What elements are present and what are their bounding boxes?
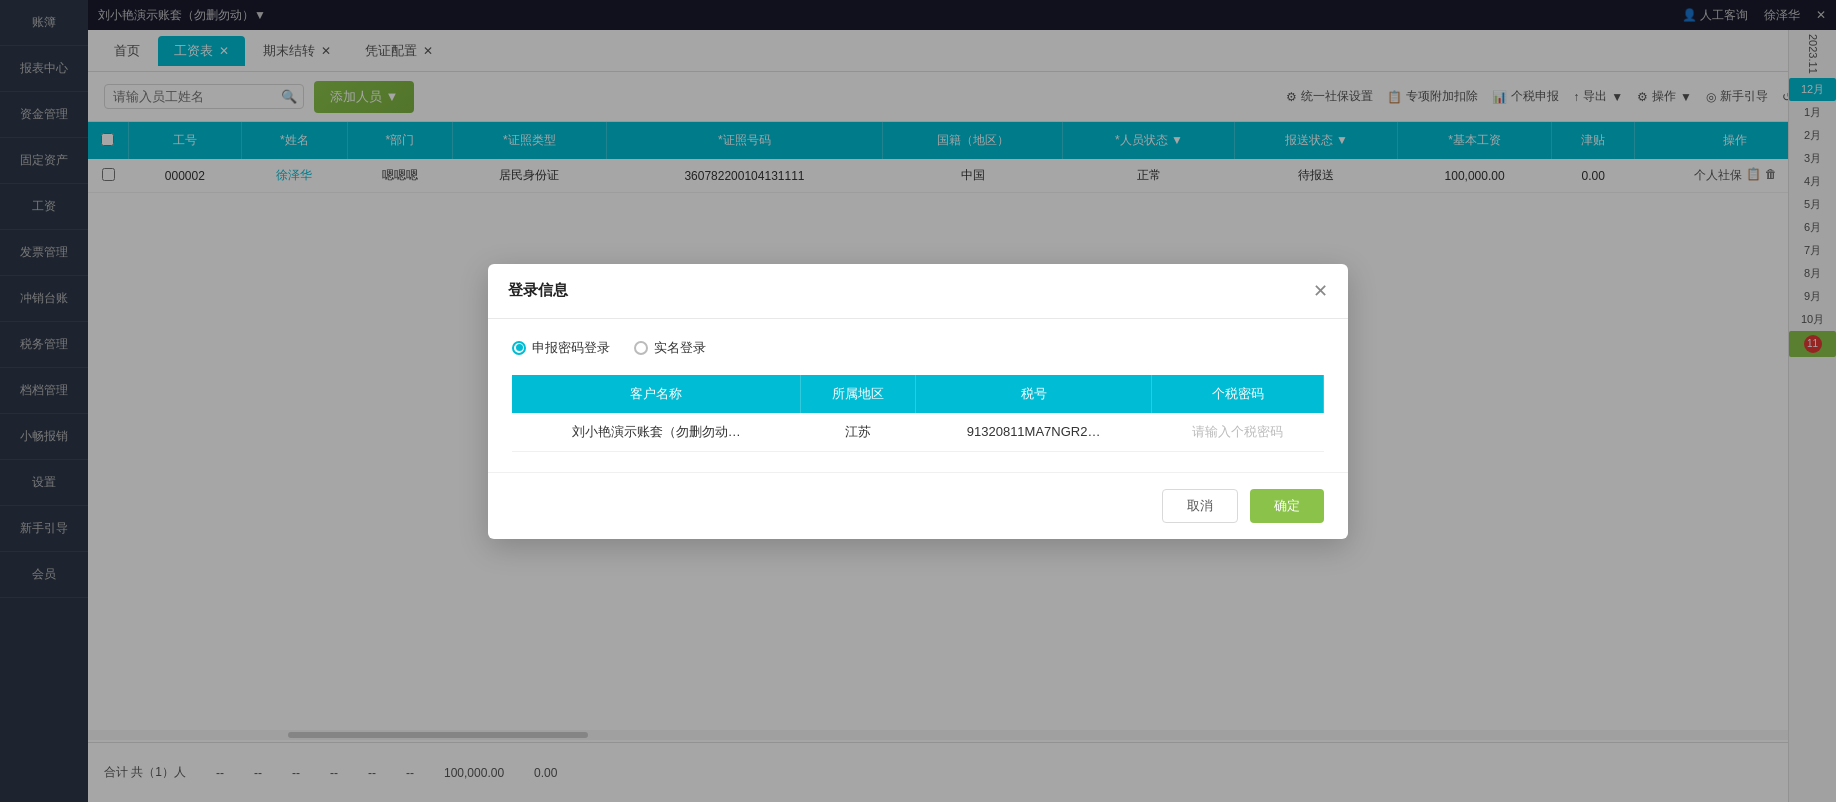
- radio-realname-circle: [634, 341, 648, 355]
- radio-password-label: 申报密码登录: [532, 339, 610, 357]
- radio-password-circle: [512, 341, 526, 355]
- dialog-col-tax-no: 税号: [916, 375, 1152, 413]
- login-dialog: 登录信息 ✕ 申报密码登录 实名登录 客户名称 所属地区: [488, 264, 1348, 539]
- dialog-row-region: 江苏: [801, 413, 916, 452]
- dialog-body: 申报密码登录 实名登录 客户名称 所属地区 税号 个税密码: [488, 319, 1348, 472]
- radio-password-login[interactable]: 申报密码登录: [512, 339, 610, 357]
- dialog-title: 登录信息: [508, 281, 568, 300]
- dialog-table-row: 刘小艳演示账套（勿删勿动… 江苏 91320811MA7NGR2… 请输入个税密…: [512, 413, 1324, 452]
- dialog-col-client-name: 客户名称: [512, 375, 801, 413]
- dialog-row-password-input[interactable]: 请输入个税密码: [1152, 413, 1324, 452]
- confirm-button[interactable]: 确定: [1250, 489, 1324, 523]
- cancel-button[interactable]: 取消: [1162, 489, 1238, 523]
- modal-overlay: 登录信息 ✕ 申报密码登录 实名登录 客户名称 所属地区: [0, 0, 1836, 802]
- dialog-row-client-name: 刘小艳演示账套（勿删勿动…: [512, 413, 801, 452]
- dialog-client-table: 客户名称 所属地区 税号 个税密码 刘小艳演示账套（勿删勿动… 江苏 91320…: [512, 375, 1324, 452]
- radio-realname-label: 实名登录: [654, 339, 706, 357]
- radio-realname-login[interactable]: 实名登录: [634, 339, 706, 357]
- dialog-col-password: 个税密码: [1152, 375, 1324, 413]
- login-radio-group: 申报密码登录 实名登录: [512, 339, 1324, 357]
- dialog-footer: 取消 确定: [488, 472, 1348, 539]
- dialog-row-tax-no: 91320811MA7NGR2…: [916, 413, 1152, 452]
- dialog-col-region: 所属地区: [801, 375, 916, 413]
- dialog-header: 登录信息 ✕: [488, 264, 1348, 319]
- dialog-close-icon[interactable]: ✕: [1313, 280, 1328, 302]
